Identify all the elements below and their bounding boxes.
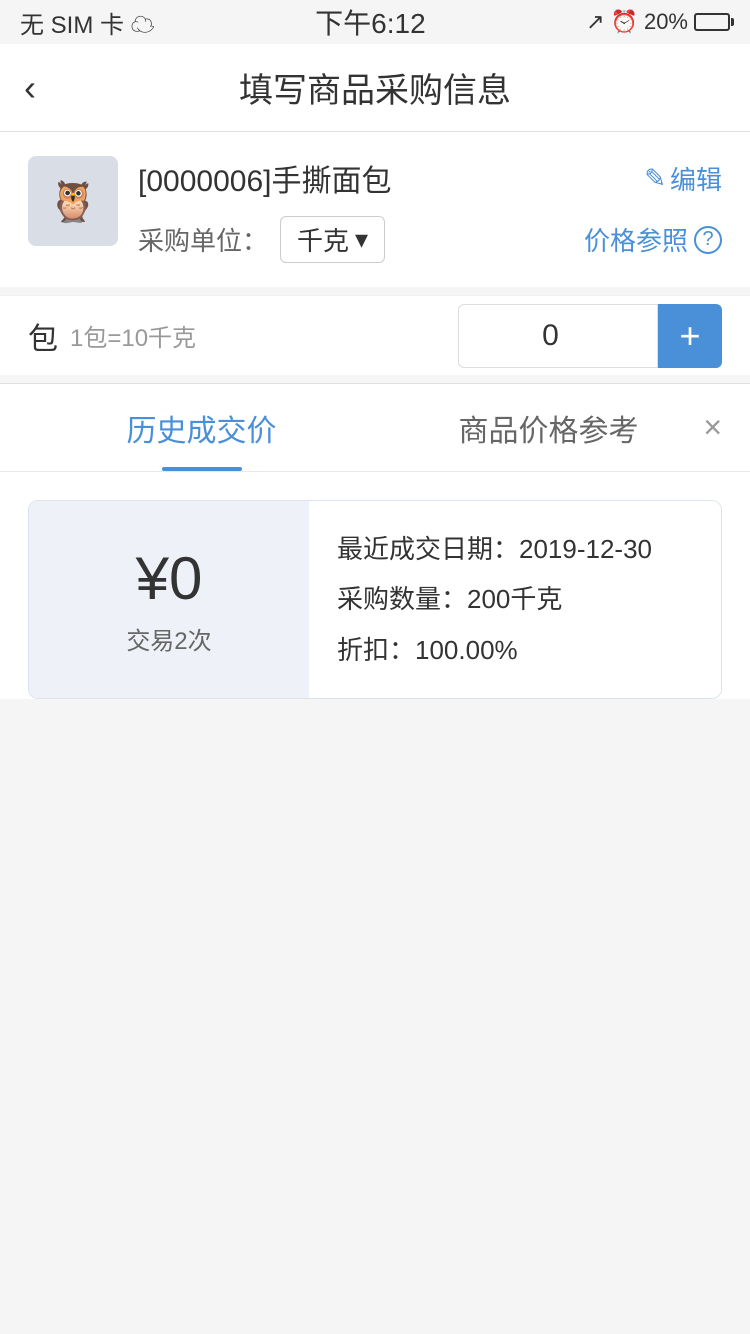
- page-title: 填写商品采购信息: [239, 63, 511, 112]
- product-top-row: [0000006]手撕面包 ✎ 编辑: [138, 156, 722, 200]
- price-value: ¥0: [136, 544, 203, 613]
- product-thumbnail: 🦉: [28, 156, 118, 246]
- quantity-input[interactable]: [458, 304, 658, 368]
- discount-row: 折扣：100.00%: [337, 632, 693, 668]
- purchase-qty-value: 200千克: [467, 584, 562, 614]
- location-icon: ↗: [586, 9, 604, 35]
- purchase-qty-label: 采购数量：: [337, 584, 467, 614]
- discount-value: 100.00%: [415, 635, 518, 665]
- product-icon: 🦉: [48, 178, 98, 225]
- recent-date-row: 最近成交日期：2019-12-30: [337, 531, 693, 567]
- bottom-panel: 历史成交价 商品价格参考 × ¥0 交易2次 最近成交日期：2019-12-30…: [0, 383, 750, 699]
- tab-history-label: 历史成交价: [127, 406, 277, 450]
- tab-product-label: 商品价格参考: [459, 406, 639, 450]
- price-number: 0: [169, 545, 202, 612]
- status-bar: 无 SIM 卡 ☁ 下午6:12 ↗ ⏰ 20%: [0, 0, 750, 44]
- product-header: 🦉 [0000006]手撕面包 ✎ 编辑 采购单位： 千克 ▾: [28, 156, 722, 263]
- battery-icon: [694, 13, 730, 31]
- back-button[interactable]: ‹: [24, 67, 36, 109]
- quantity-input-group: +: [458, 304, 722, 368]
- status-right: ↗ ⏰ 20%: [586, 9, 730, 35]
- edit-button[interactable]: ✎ 编辑: [644, 160, 722, 197]
- help-icon: ?: [694, 226, 722, 254]
- edit-icon: ✎: [644, 163, 666, 194]
- recent-date-value: 2019-12-30: [519, 534, 652, 564]
- trade-count: 交易2次: [126, 621, 211, 656]
- price-reference-button[interactable]: 价格参照 ?: [584, 221, 722, 258]
- unit-value: 千克: [297, 221, 349, 258]
- battery-percent: 20%: [644, 9, 688, 35]
- close-button[interactable]: ×: [703, 409, 722, 446]
- sim-status: 无 SIM 卡 ☁: [20, 5, 155, 40]
- nav-bar: ‹ 填写商品采购信息: [0, 44, 750, 132]
- alarm-icon: ⏰: [611, 9, 638, 35]
- package-label: 包: [28, 314, 58, 358]
- unit-selector[interactable]: 千克 ▾: [280, 216, 385, 263]
- recent-date-label: 最近成交日期：: [337, 534, 519, 564]
- conversion-hint: 1包=10千克: [70, 318, 196, 353]
- product-name: [0000006]手撕面包: [138, 156, 391, 200]
- quantity-left: 包 1包=10千克: [28, 314, 196, 358]
- price-summary: ¥0 交易2次: [29, 501, 309, 698]
- tab-row: 历史成交价 商品价格参考 ×: [0, 384, 750, 472]
- dropdown-arrow-icon: ▾: [355, 224, 368, 255]
- unit-label: 采购单位：: [138, 221, 268, 258]
- product-info: [0000006]手撕面包 ✎ 编辑 采购单位： 千克 ▾ 价格参照 ?: [138, 156, 722, 263]
- quantity-plus-button[interactable]: +: [658, 304, 722, 368]
- product-unit-row: 采购单位： 千克 ▾ 价格参照 ?: [138, 216, 722, 263]
- status-time: 下午6:12: [315, 2, 426, 42]
- product-card: 🦉 [0000006]手撕面包 ✎ 编辑 采购单位： 千克 ▾: [0, 132, 750, 287]
- status-left: 无 SIM 卡 ☁: [20, 5, 155, 40]
- unit-section: 采购单位： 千克 ▾: [138, 216, 385, 263]
- currency-symbol: ¥: [136, 545, 169, 612]
- price-details: 最近成交日期：2019-12-30 采购数量：200千克 折扣：100.00%: [309, 501, 721, 698]
- tab-product-price[interactable]: 商品价格参考: [375, 384, 722, 471]
- price-card: ¥0 交易2次 最近成交日期：2019-12-30 采购数量：200千克 折扣：…: [28, 500, 722, 699]
- purchase-qty-row: 采购数量：200千克: [337, 581, 693, 617]
- edit-label: 编辑: [670, 160, 722, 197]
- tab-history-price[interactable]: 历史成交价: [28, 384, 375, 471]
- price-ref-label: 价格参照: [584, 221, 688, 258]
- discount-label: 折扣：: [337, 635, 415, 665]
- quantity-section: 包 1包=10千克 +: [0, 295, 750, 375]
